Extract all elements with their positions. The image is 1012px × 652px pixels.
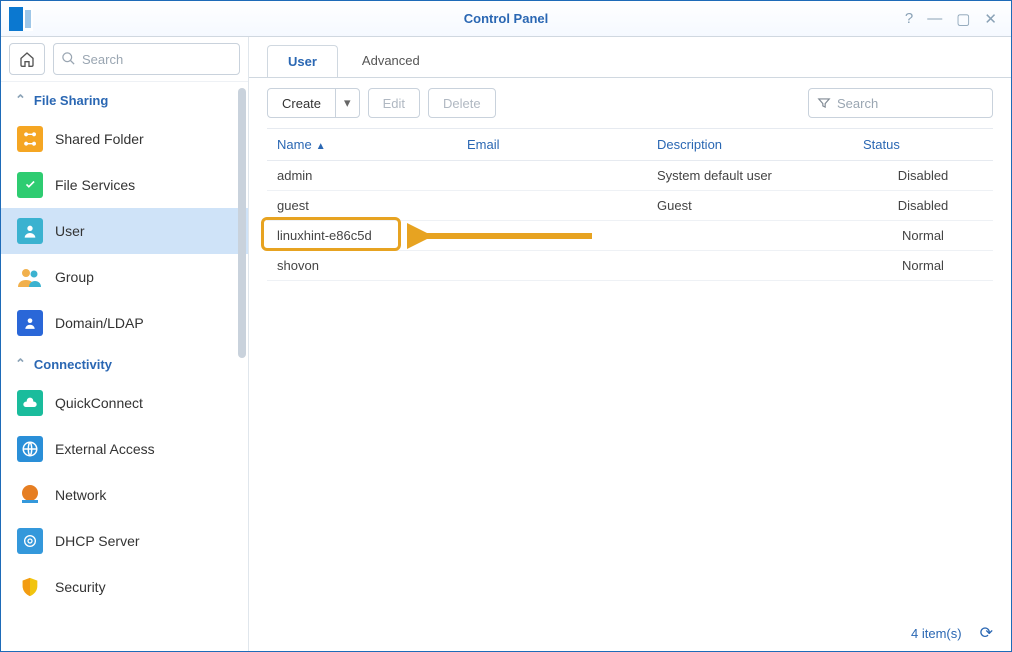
sidebar-item-quickconnect[interactable]: QuickConnect bbox=[1, 380, 248, 426]
content-area: User Advanced Create ▾ Edit Delete bbox=[249, 37, 1011, 651]
refresh-button[interactable]: ⟳ bbox=[980, 623, 993, 643]
column-header-status[interactable]: Status bbox=[853, 129, 993, 161]
sidebar-item-group[interactable]: Group bbox=[1, 254, 248, 300]
cell-name: shovon bbox=[267, 251, 457, 281]
cell-description: Guest bbox=[647, 191, 853, 221]
table-row[interactable]: shovon Normal bbox=[267, 251, 993, 281]
sidebar-item-label: Security bbox=[55, 579, 106, 595]
sidebar-item-label: File Services bbox=[55, 177, 135, 193]
filter-icon bbox=[817, 96, 831, 110]
shield-icon bbox=[17, 574, 43, 600]
filter-search bbox=[808, 88, 993, 118]
caret-up-icon: ⌃ bbox=[15, 356, 26, 372]
window-body: ⌃ File Sharing Shared Folder File Servic… bbox=[1, 37, 1011, 651]
cell-name: linuxhint-e86c5d bbox=[267, 221, 457, 251]
sidebar-item-shared-folder[interactable]: Shared Folder bbox=[1, 116, 248, 162]
network-icon bbox=[17, 482, 43, 508]
sidebar-item-label: User bbox=[55, 223, 85, 239]
sidebar-item-label: Shared Folder bbox=[55, 131, 144, 147]
cell-name: guest bbox=[267, 191, 457, 221]
users-table: Name ▲ Email Description Status admin Syst… bbox=[267, 128, 993, 281]
sidebar-item-file-services[interactable]: File Services bbox=[1, 162, 248, 208]
titlebar: Control Panel ? — ▢ ✕ bbox=[1, 1, 1011, 37]
sidebar-item-label: QuickConnect bbox=[55, 395, 143, 411]
group-icon bbox=[17, 264, 43, 290]
sidebar-item-security[interactable]: Security bbox=[1, 564, 248, 610]
sidebar-item-label: Group bbox=[55, 269, 94, 285]
sort-asc-icon: ▲ bbox=[316, 141, 326, 152]
sidebar-search-input[interactable] bbox=[53, 43, 240, 75]
sidebar-item-domain-ldap[interactable]: Domain/LDAP bbox=[1, 300, 248, 346]
domain-icon bbox=[17, 310, 43, 336]
cell-status: Normal bbox=[853, 221, 993, 251]
home-icon bbox=[19, 51, 35, 67]
edit-button[interactable]: Edit bbox=[368, 88, 420, 118]
sidebar-item-external-access[interactable]: External Access bbox=[1, 426, 248, 472]
window-title: Control Panel bbox=[1, 11, 1011, 26]
sidebar-item-user[interactable]: User bbox=[1, 208, 248, 254]
toolbar: Create ▾ Edit Delete bbox=[249, 77, 1011, 128]
cell-description bbox=[647, 251, 853, 281]
sidebar-scroll: ⌃ File Sharing Shared Folder File Servic… bbox=[1, 82, 248, 651]
caret-up-icon: ⌃ bbox=[15, 92, 26, 108]
cell-email bbox=[457, 191, 647, 221]
column-label: Name bbox=[277, 137, 312, 152]
cell-status: Normal bbox=[853, 251, 993, 281]
cell-email bbox=[457, 251, 647, 281]
cell-status: Disabled bbox=[853, 191, 993, 221]
cell-email bbox=[457, 221, 647, 251]
column-header-name[interactable]: Name ▲ bbox=[267, 129, 457, 161]
sidebar-item-label: DHCP Server bbox=[55, 533, 140, 549]
quickconnect-icon bbox=[17, 390, 43, 416]
item-count: 4 item(s) bbox=[911, 626, 962, 641]
tab-advanced[interactable]: Advanced bbox=[342, 45, 440, 78]
sidebar: ⌃ File Sharing Shared Folder File Servic… bbox=[1, 37, 249, 651]
create-button-label: Create bbox=[268, 89, 336, 117]
cell-status: Disabled bbox=[853, 161, 993, 191]
filter-search-input[interactable] bbox=[837, 96, 984, 111]
user-icon bbox=[17, 218, 43, 244]
cell-name: admin bbox=[267, 161, 457, 191]
column-header-email[interactable]: Email bbox=[457, 129, 647, 161]
table-row[interactable]: linuxhint-e86c5d Normal bbox=[267, 221, 993, 251]
delete-button[interactable]: Delete bbox=[428, 88, 496, 118]
sidebar-item-dhcp-server[interactable]: DHCP Server bbox=[1, 518, 248, 564]
create-button[interactable]: Create ▾ bbox=[267, 88, 360, 118]
sidebar-search-wrap bbox=[53, 43, 240, 75]
sidebar-item-label: Domain/LDAP bbox=[55, 315, 144, 331]
home-button[interactable] bbox=[9, 43, 45, 75]
cell-description bbox=[647, 221, 853, 251]
section-file-sharing[interactable]: ⌃ File Sharing bbox=[1, 82, 248, 116]
tabs: User Advanced bbox=[249, 37, 1011, 78]
sidebar-scrollbar[interactable] bbox=[238, 88, 246, 358]
section-label: Connectivity bbox=[34, 357, 112, 372]
globe-icon bbox=[17, 436, 43, 462]
dropdown-caret-icon[interactable]: ▾ bbox=[336, 95, 359, 111]
cell-email bbox=[457, 161, 647, 191]
sidebar-top bbox=[1, 37, 248, 82]
section-label: File Sharing bbox=[34, 93, 108, 108]
dhcp-icon bbox=[17, 528, 43, 554]
sidebar-item-network[interactable]: Network bbox=[1, 472, 248, 518]
table-row[interactable]: admin System default userDisabled bbox=[267, 161, 993, 191]
folder-share-icon bbox=[17, 126, 43, 152]
search-icon bbox=[61, 51, 76, 66]
sidebar-item-label: Network bbox=[55, 487, 106, 503]
column-header-description[interactable]: Description bbox=[647, 129, 853, 161]
footer: 4 item(s) ⟳ bbox=[249, 615, 1011, 651]
control-panel-window: Control Panel ? — ▢ ✕ bbox=[0, 0, 1012, 652]
table-row[interactable]: guest GuestDisabled bbox=[267, 191, 993, 221]
section-connectivity[interactable]: ⌃ Connectivity bbox=[1, 346, 248, 380]
table-wrap: Name ▲ Email Description Status admin Syst… bbox=[249, 128, 1011, 615]
cell-description: System default user bbox=[647, 161, 853, 191]
file-services-icon bbox=[17, 172, 43, 198]
tab-user[interactable]: User bbox=[267, 45, 338, 78]
sidebar-item-label: External Access bbox=[55, 441, 155, 457]
